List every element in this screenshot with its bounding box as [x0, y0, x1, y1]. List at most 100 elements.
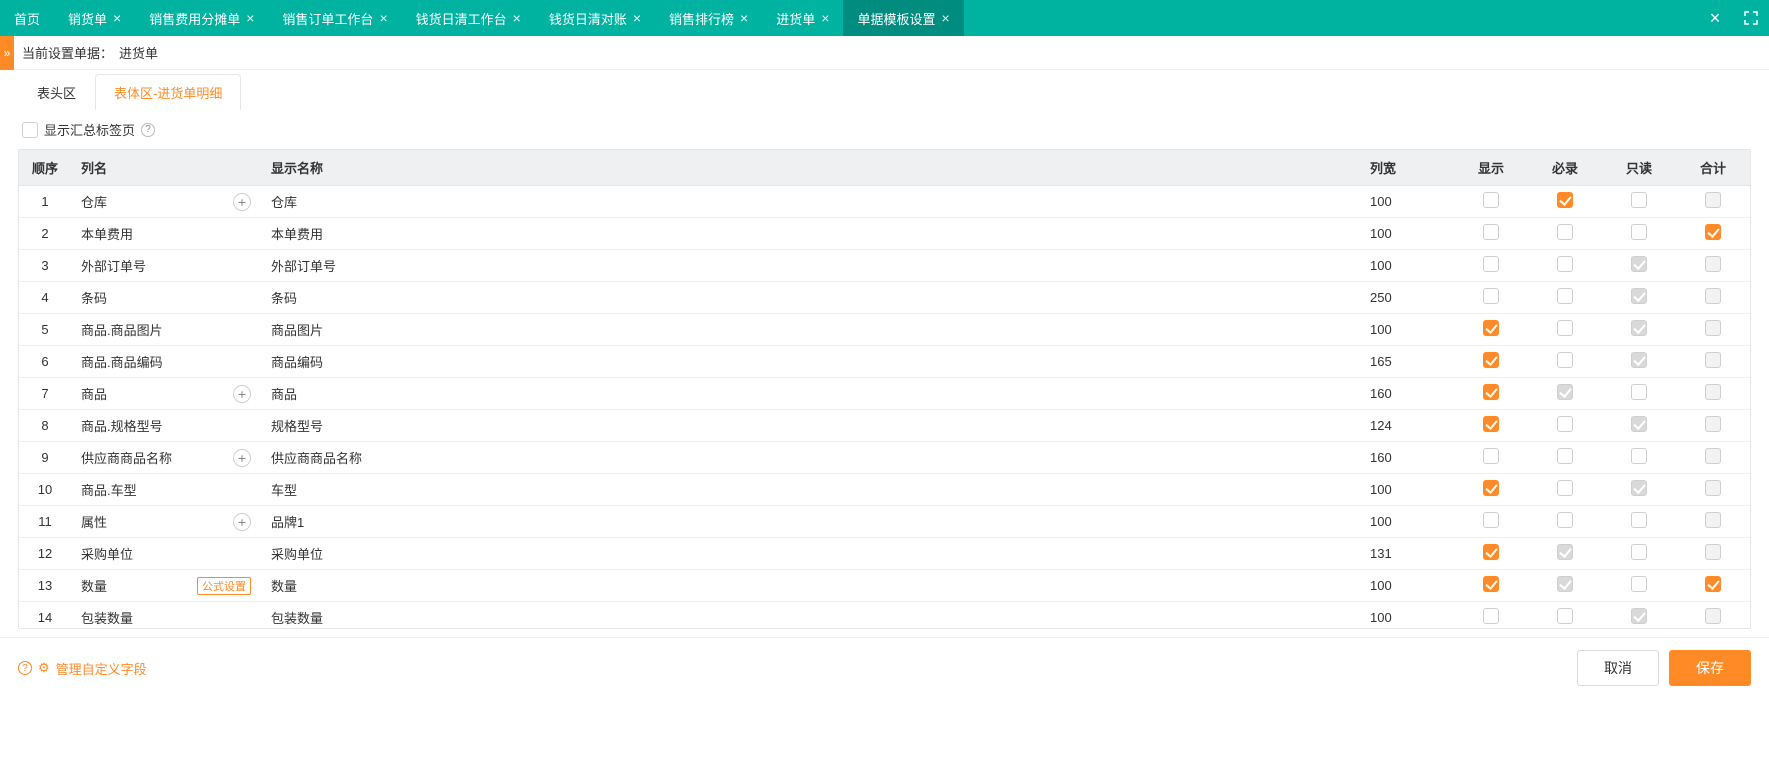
checkbox[interactable]	[1705, 224, 1721, 240]
checkbox[interactable]	[1705, 576, 1721, 592]
checkbox[interactable]	[1557, 448, 1573, 464]
cell-display-name[interactable]: 外部订单号	[261, 250, 1360, 282]
checkbox[interactable]	[1483, 480, 1499, 496]
help-icon[interactable]: ?	[141, 123, 155, 137]
cell-width[interactable]: 100	[1360, 570, 1454, 602]
checkbox[interactable]	[1631, 224, 1647, 240]
checkbox[interactable]	[1483, 512, 1499, 528]
checkbox[interactable]	[1557, 352, 1573, 368]
cell-display-name[interactable]: 仓库	[261, 186, 1360, 218]
checkbox[interactable]	[1631, 384, 1647, 400]
table-row[interactable]: 13数量公式设置数量100	[19, 570, 1750, 602]
table-row[interactable]: 2本单费用本单费用100	[19, 218, 1750, 250]
checkbox[interactable]	[1557, 224, 1573, 240]
table-row[interactable]: 7商品+商品160	[19, 378, 1750, 410]
checkbox[interactable]	[1631, 192, 1647, 208]
cell-display-name[interactable]: 商品编码	[261, 346, 1360, 378]
cell-display-name[interactable]: 采购单位	[261, 538, 1360, 570]
tab-body-area[interactable]: 表体区-进货单明细	[95, 74, 241, 110]
top-tab[interactable]: 钱货日清对账×	[535, 0, 655, 36]
checkbox[interactable]	[1557, 256, 1573, 272]
top-tab[interactable]: 进货单×	[762, 0, 843, 36]
cell-display-name[interactable]: 包装数量	[261, 602, 1360, 629]
checkbox[interactable]	[1483, 544, 1499, 560]
cell-width[interactable]: 160	[1360, 378, 1454, 410]
table-row[interactable]: 8商品.规格型号规格型号124	[19, 410, 1750, 442]
cell-width[interactable]: 165	[1360, 346, 1454, 378]
cell-display-name[interactable]: 品牌1	[261, 506, 1360, 538]
cell-width[interactable]: 100	[1360, 506, 1454, 538]
table-row[interactable]: 12采购单位采购单位131	[19, 538, 1750, 570]
close-icon[interactable]: ×	[633, 10, 641, 26]
tab-header-area[interactable]: 表头区	[18, 74, 95, 110]
checkbox[interactable]	[1483, 288, 1499, 304]
table-row[interactable]: 10商品.车型车型100	[19, 474, 1750, 506]
cell-display-name[interactable]: 商品	[261, 378, 1360, 410]
save-button[interactable]: 保存	[1669, 650, 1751, 686]
close-icon[interactable]: ×	[246, 10, 254, 26]
cell-display-name[interactable]: 供应商商品名称	[261, 442, 1360, 474]
cell-display-name[interactable]: 规格型号	[261, 410, 1360, 442]
checkbox[interactable]	[1483, 416, 1499, 432]
top-tab[interactable]: 首页	[0, 0, 54, 36]
top-tab[interactable]: 单据模板设置×	[843, 0, 963, 36]
checkbox[interactable]	[1631, 512, 1647, 528]
checkbox[interactable]	[1483, 320, 1499, 336]
cell-display-name[interactable]: 数量	[261, 570, 1360, 602]
formula-setting-tag[interactable]: 公式设置	[197, 577, 251, 595]
fullscreen-icon[interactable]	[1733, 0, 1769, 36]
table-row[interactable]: 5商品.商品图片商品图片100	[19, 314, 1750, 346]
checkbox[interactable]	[1483, 352, 1499, 368]
table-row[interactable]: 6商品.商品编码商品编码165	[19, 346, 1750, 378]
checkbox[interactable]	[1631, 576, 1647, 592]
checkbox[interactable]	[1557, 320, 1573, 336]
cell-display-name[interactable]: 车型	[261, 474, 1360, 506]
table-row[interactable]: 14包装数量包装数量100	[19, 602, 1750, 629]
cell-width[interactable]: 100	[1360, 474, 1454, 506]
checkbox[interactable]	[1483, 192, 1499, 208]
checkbox[interactable]	[1557, 480, 1573, 496]
summary-checkbox[interactable]	[22, 122, 38, 138]
cell-width[interactable]: 100	[1360, 250, 1454, 282]
table-row[interactable]: 11属性+品牌1100	[19, 506, 1750, 538]
close-icon[interactable]: ×	[379, 10, 387, 26]
cancel-button[interactable]: 取消	[1577, 650, 1659, 686]
close-icon[interactable]: ×	[113, 10, 121, 26]
checkbox[interactable]	[1631, 448, 1647, 464]
checkbox[interactable]	[1557, 288, 1573, 304]
close-icon[interactable]: ×	[740, 10, 748, 26]
top-tab[interactable]: 销售费用分摊单×	[135, 0, 268, 36]
checkbox[interactable]	[1483, 576, 1499, 592]
cell-width[interactable]: 131	[1360, 538, 1454, 570]
checkbox[interactable]	[1483, 256, 1499, 272]
checkbox[interactable]	[1483, 384, 1499, 400]
top-tab[interactable]: 销售订单工作台×	[268, 0, 401, 36]
table-row[interactable]: 9供应商商品名称+供应商商品名称160	[19, 442, 1750, 474]
cell-display-name[interactable]: 本单费用	[261, 218, 1360, 250]
add-icon[interactable]: +	[233, 449, 251, 467]
add-icon[interactable]: +	[233, 193, 251, 211]
close-icon[interactable]: ×	[941, 10, 949, 26]
table-row[interactable]: 1仓库+仓库100	[19, 186, 1750, 218]
table-row[interactable]: 4条码条码250	[19, 282, 1750, 314]
checkbox[interactable]	[1557, 608, 1573, 624]
checkbox[interactable]	[1557, 192, 1573, 208]
help-icon[interactable]: ?	[18, 661, 32, 675]
add-icon[interactable]: +	[233, 385, 251, 403]
top-tab[interactable]: 销货单×	[54, 0, 135, 36]
checkbox[interactable]	[1631, 544, 1647, 560]
cell-display-name[interactable]: 商品图片	[261, 314, 1360, 346]
cell-width[interactable]: 100	[1360, 314, 1454, 346]
close-icon[interactable]: ×	[821, 10, 829, 26]
checkbox[interactable]	[1483, 448, 1499, 464]
close-all-icon[interactable]: ×	[1697, 0, 1733, 36]
top-tab[interactable]: 钱货日清工作台×	[402, 0, 535, 36]
cell-display-name[interactable]: 条码	[261, 282, 1360, 314]
cell-width[interactable]: 160	[1360, 442, 1454, 474]
table-row[interactable]: 3外部订单号外部订单号100	[19, 250, 1750, 282]
close-icon[interactable]: ×	[513, 10, 521, 26]
checkbox[interactable]	[1483, 608, 1499, 624]
manage-custom-fields-link[interactable]: 管理自定义字段	[56, 659, 147, 678]
top-tab[interactable]: 销售排行榜×	[655, 0, 762, 36]
cell-width[interactable]: 100	[1360, 602, 1454, 629]
